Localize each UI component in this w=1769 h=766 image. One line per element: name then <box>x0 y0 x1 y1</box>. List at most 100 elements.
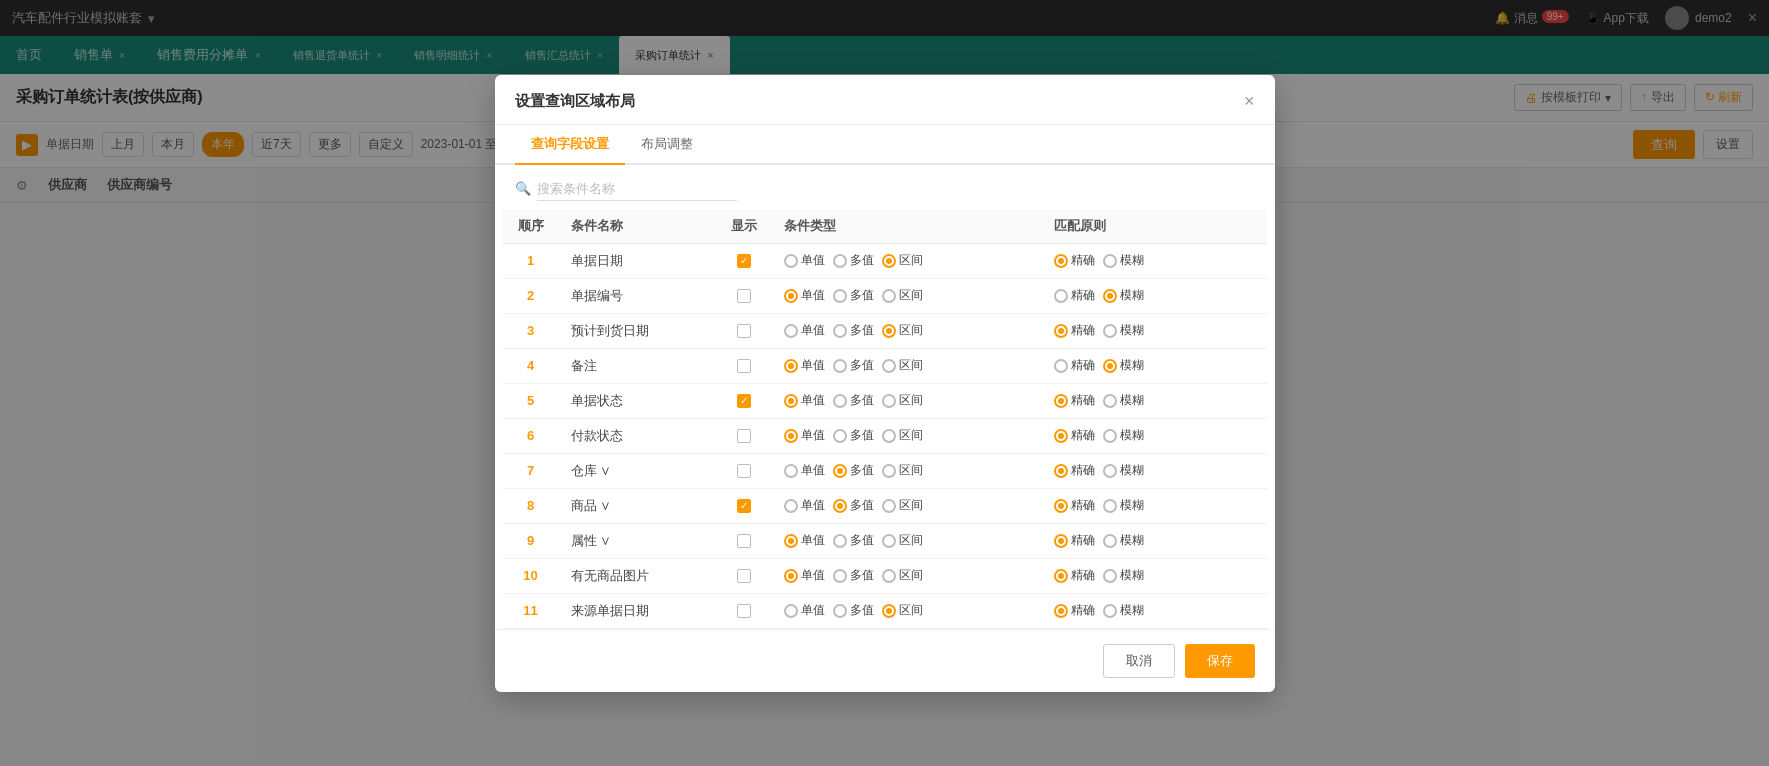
row-order: 4 <box>503 348 559 383</box>
match-fuzzy-radio-indicator <box>1103 254 1117 268</box>
match-fuzzy-radio[interactable]: 模糊 <box>1103 357 1144 374</box>
type-multi-radio[interactable]: 多值 <box>833 427 874 444</box>
type-multi-radio-indicator <box>833 534 847 548</box>
col-name: 条件名称 <box>559 209 716 244</box>
row-type-cell: 单值多值区间 <box>772 558 1042 593</box>
table-row: 5单据状态单值多值区间精确模糊 <box>503 383 1267 418</box>
type-single-radio[interactable]: 单值 <box>784 497 825 514</box>
display-checkbox[interactable] <box>737 604 751 618</box>
save-button[interactable]: 保存 <box>1185 644 1255 678</box>
display-checkbox[interactable] <box>737 429 751 443</box>
type-single-radio-indicator <box>784 604 798 618</box>
type-multi-radio[interactable]: 多值 <box>833 392 874 409</box>
type-multi-radio[interactable]: 多值 <box>833 602 874 619</box>
match-exact-radio[interactable]: 精确 <box>1054 357 1095 374</box>
display-checkbox[interactable] <box>737 324 751 338</box>
type-range-radio[interactable]: 区间 <box>882 287 923 304</box>
type-range-radio[interactable]: 区间 <box>882 532 923 549</box>
match-fuzzy-radio-indicator <box>1103 534 1117 548</box>
match-exact-radio[interactable]: 精确 <box>1054 392 1095 409</box>
match-fuzzy-radio[interactable]: 模糊 <box>1103 252 1144 269</box>
match-exact-radio[interactable]: 精确 <box>1054 602 1095 619</box>
match-fuzzy-radio[interactable]: 模糊 <box>1103 287 1144 304</box>
match-exact-radio[interactable]: 精确 <box>1054 567 1095 584</box>
type-multi-radio[interactable]: 多值 <box>833 357 874 374</box>
match-fuzzy-radio[interactable]: 模糊 <box>1103 427 1144 444</box>
type-multi-radio[interactable]: 多值 <box>833 287 874 304</box>
display-checkbox[interactable] <box>737 534 751 548</box>
match-exact-radio[interactable]: 精确 <box>1054 462 1095 479</box>
type-single-radio[interactable]: 单值 <box>784 287 825 304</box>
dialog-close-button[interactable]: × <box>1244 91 1255 112</box>
display-checkbox[interactable] <box>737 499 751 513</box>
display-checkbox[interactable] <box>737 394 751 408</box>
match-fuzzy-radio[interactable]: 模糊 <box>1103 532 1144 549</box>
match-exact-radio[interactable]: 精确 <box>1054 287 1095 304</box>
row-type-cell: 单值多值区间 <box>772 523 1042 558</box>
type-range-radio[interactable]: 区间 <box>882 322 923 339</box>
match-fuzzy-radio[interactable]: 模糊 <box>1103 462 1144 479</box>
type-range-radio[interactable]: 区间 <box>882 427 923 444</box>
row-order: 8 <box>503 488 559 523</box>
tab-layout-adjust[interactable]: 布局调整 <box>625 125 709 165</box>
type-multi-radio[interactable]: 多值 <box>833 462 874 479</box>
type-multi-radio[interactable]: 多值 <box>833 497 874 514</box>
type-range-radio[interactable]: 区间 <box>882 462 923 479</box>
match-exact-radio[interactable]: 精确 <box>1054 427 1095 444</box>
row-display-cell <box>716 418 772 453</box>
type-multi-radio-indicator <box>833 499 847 513</box>
dialog-tabs: 查询字段设置 布局调整 <box>495 125 1275 165</box>
display-checkbox[interactable] <box>737 359 751 373</box>
match-exact-radio[interactable]: 精确 <box>1054 532 1095 549</box>
tab-query-fields[interactable]: 查询字段设置 <box>515 125 625 165</box>
search-icon: 🔍 <box>515 181 531 196</box>
type-range-radio-indicator <box>882 499 896 513</box>
match-fuzzy-radio[interactable]: 模糊 <box>1103 602 1144 619</box>
type-single-radio[interactable]: 单值 <box>784 567 825 584</box>
row-order: 3 <box>503 313 559 348</box>
row-match-cell: 精确模糊 <box>1042 418 1267 453</box>
table-row: 9属性 ∨单值多值区间精确模糊 <box>503 523 1267 558</box>
row-type-cell: 单值多值区间 <box>772 383 1042 418</box>
match-exact-radio[interactable]: 精确 <box>1054 252 1095 269</box>
type-range-radio[interactable]: 区间 <box>882 567 923 584</box>
type-multi-radio[interactable]: 多值 <box>833 322 874 339</box>
type-single-radio[interactable]: 单值 <box>784 462 825 479</box>
display-checkbox[interactable] <box>737 254 751 268</box>
type-single-radio[interactable]: 单值 <box>784 252 825 269</box>
type-range-radio[interactable]: 区间 <box>882 497 923 514</box>
search-input[interactable] <box>537 177 737 201</box>
row-display-cell <box>716 313 772 348</box>
display-checkbox[interactable] <box>737 464 751 478</box>
cancel-button[interactable]: 取消 <box>1103 644 1175 678</box>
type-single-radio-indicator <box>784 534 798 548</box>
type-range-radio[interactable]: 区间 <box>882 357 923 374</box>
type-single-radio-indicator <box>784 254 798 268</box>
type-multi-radio-indicator <box>833 254 847 268</box>
row-display-cell <box>716 523 772 558</box>
type-single-radio[interactable]: 单值 <box>784 602 825 619</box>
match-fuzzy-radio[interactable]: 模糊 <box>1103 567 1144 584</box>
match-fuzzy-radio[interactable]: 模糊 <box>1103 322 1144 339</box>
type-single-radio[interactable]: 单值 <box>784 532 825 549</box>
row-order: 9 <box>503 523 559 558</box>
row-display-cell <box>716 348 772 383</box>
type-single-radio[interactable]: 单值 <box>784 392 825 409</box>
type-range-radio[interactable]: 区间 <box>882 602 923 619</box>
match-fuzzy-radio[interactable]: 模糊 <box>1103 497 1144 514</box>
type-single-radio[interactable]: 单值 <box>784 427 825 444</box>
match-exact-radio[interactable]: 精确 <box>1054 497 1095 514</box>
match-fuzzy-radio[interactable]: 模糊 <box>1103 392 1144 409</box>
type-multi-radio[interactable]: 多值 <box>833 252 874 269</box>
display-checkbox[interactable] <box>737 569 751 583</box>
type-multi-radio[interactable]: 多值 <box>833 567 874 584</box>
col-match: 匹配原则 <box>1042 209 1267 244</box>
match-exact-radio[interactable]: 精确 <box>1054 322 1095 339</box>
type-range-radio[interactable]: 区间 <box>882 392 923 409</box>
type-single-radio[interactable]: 单值 <box>784 322 825 339</box>
type-multi-radio[interactable]: 多值 <box>833 532 874 549</box>
type-range-radio[interactable]: 区间 <box>882 252 923 269</box>
row-name: 来源单据日期 <box>559 593 716 628</box>
display-checkbox[interactable] <box>737 289 751 303</box>
type-single-radio[interactable]: 单值 <box>784 357 825 374</box>
